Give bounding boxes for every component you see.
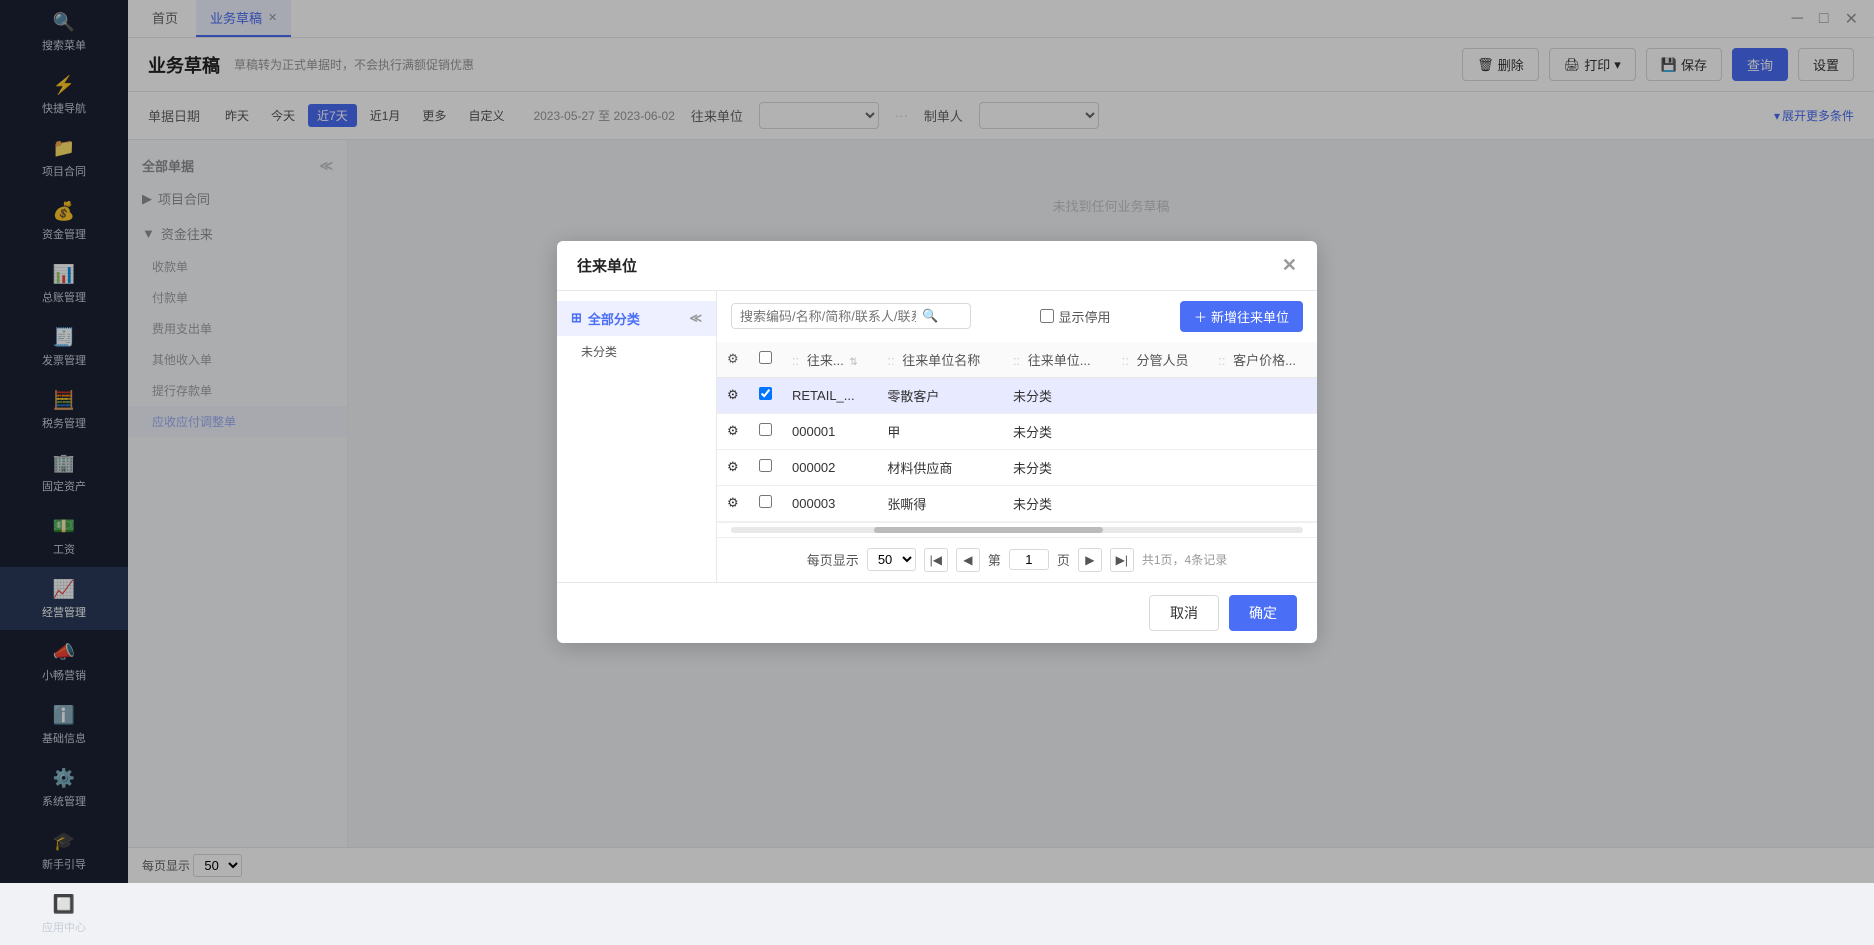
search-input[interactable] <box>740 309 916 324</box>
row-checkbox <box>749 413 782 449</box>
drag-icon: :: <box>1122 353 1129 368</box>
search-icon: 🔍 <box>922 308 938 324</box>
table-toolbar: 🔍 显示停用 ＋ 新增往来单位 <box>717 291 1317 342</box>
dialog-close-btn[interactable]: ✕ <box>1282 255 1297 276</box>
row-settings-icon[interactable]: ⚙ <box>727 459 739 474</box>
plus-icon: ＋ <box>1194 307 1207 326</box>
row-settings-icon[interactable]: ⚙ <box>727 495 739 510</box>
next-page-btn[interactable]: ▶ <box>1078 548 1102 572</box>
table-row[interactable]: ⚙ 000003 张嘶得 未分类 <box>717 485 1317 521</box>
category-panel: ⊞ 全部分类 ≪ 未分类 <box>557 291 717 582</box>
dialog-header: 往来单位 ✕ <box>557 241 1317 291</box>
row-select-checkbox[interactable] <box>759 423 772 436</box>
th-name: :: 往来单位名称 <box>877 342 1003 378</box>
row-checkbox <box>749 449 782 485</box>
first-page-btn[interactable]: |◀ <box>924 548 948 572</box>
row-checkbox <box>749 485 782 521</box>
table-wrapper[interactable]: ⚙ :: 往来... ⇅ <box>717 342 1317 522</box>
row-settings-icon[interactable]: ⚙ <box>727 387 739 402</box>
dialog-title: 往来单位 <box>577 255 637 276</box>
table-panel: 🔍 显示停用 ＋ 新增往来单位 <box>717 291 1317 582</box>
prev-page-btn[interactable]: ◀ <box>956 548 980 572</box>
last-page-btn[interactable]: ▶| <box>1110 548 1134 572</box>
row-select-checkbox[interactable] <box>759 387 772 400</box>
drag-icon: :: <box>887 353 894 368</box>
page-size-select[interactable]: 50 <box>867 548 916 571</box>
search-box: 🔍 <box>731 303 971 329</box>
th-price-level: :: 客户价格... <box>1208 342 1317 378</box>
category-collapse-icon[interactable]: ≪ <box>689 311 702 325</box>
table-header-row: ⚙ :: 往来... ⇅ <box>717 342 1317 378</box>
show-inactive-toggle[interactable]: 显示停用 <box>1040 307 1110 326</box>
category-unclassified[interactable]: 未分类 <box>557 336 716 367</box>
dialog-footer: 取消 确定 <box>557 582 1317 643</box>
counterpart-dialog: 往来单位 ✕ ⊞ 全部分类 ≪ 未分类 🔍 <box>557 241 1317 643</box>
pagination: 每页显示 50 |◀ ◀ 第 页 ▶ ▶| 共1页，4条记录 <box>717 537 1317 582</box>
row-settings: ⚙ <box>717 485 749 521</box>
grid-icon: ⊞ <box>571 310 582 326</box>
row-settings: ⚙ <box>717 377 749 413</box>
row-settings-icon[interactable]: ⚙ <box>727 423 739 438</box>
select-all-checkbox[interactable] <box>759 351 772 364</box>
drag-icon: :: <box>792 353 799 368</box>
cancel-button[interactable]: 取消 <box>1149 595 1219 631</box>
th-checkbox <box>749 342 782 378</box>
page-unit: 页 <box>1057 550 1070 569</box>
table-row[interactable]: ⚙ RETAIL_... 零散客户 未分类 <box>717 377 1317 413</box>
page-number-input[interactable] <box>1009 549 1049 570</box>
th-settings: ⚙ <box>717 342 749 378</box>
sidebar-item-apps[interactable]: 🔲 应用中心 <box>0 882 128 945</box>
row-select-checkbox[interactable] <box>759 459 772 472</box>
apps-icon: 🔲 <box>53 894 75 915</box>
drag-icon: :: <box>1013 353 1020 368</box>
row-settings: ⚙ <box>717 449 749 485</box>
modal-overlay: 往来单位 ✕ ⊞ 全部分类 ≪ 未分类 🔍 <box>0 0 1874 883</box>
horizontal-scrollbar[interactable] <box>717 522 1317 537</box>
confirm-button[interactable]: 确定 <box>1229 595 1297 631</box>
row-checkbox <box>749 377 782 413</box>
scrollbar-track <box>731 527 1303 533</box>
th-manager: :: 分管人员 <box>1112 342 1209 378</box>
th-code: :: 往来... ⇅ <box>782 342 877 378</box>
add-partner-btn[interactable]: ＋ 新增往来单位 <box>1180 301 1303 332</box>
counterpart-table: ⚙ :: 往来... ⇅ <box>717 342 1317 522</box>
category-all[interactable]: ⊞ 全部分类 ≪ <box>557 301 716 336</box>
drag-icon: :: <box>1218 353 1225 368</box>
page-size-label: 每页显示 <box>807 550 859 569</box>
table-row[interactable]: ⚙ 000002 材料供应商 未分类 <box>717 449 1317 485</box>
row-settings: ⚙ <box>717 413 749 449</box>
table-row[interactable]: ⚙ 000001 甲 未分类 <box>717 413 1317 449</box>
settings-icon[interactable]: ⚙ <box>727 351 739 366</box>
dialog-body: ⊞ 全部分类 ≪ 未分类 🔍 显示停用 <box>557 291 1317 582</box>
show-inactive-checkbox[interactable] <box>1040 309 1054 323</box>
th-category: :: 往来单位... <box>1003 342 1112 378</box>
page-no-label: 第 <box>988 550 1001 569</box>
sort-icon: ⇅ <box>849 357 857 368</box>
row-select-checkbox[interactable] <box>759 495 772 508</box>
total-info: 共1页，4条记录 <box>1142 551 1227 568</box>
scrollbar-thumb[interactable] <box>874 527 1103 533</box>
